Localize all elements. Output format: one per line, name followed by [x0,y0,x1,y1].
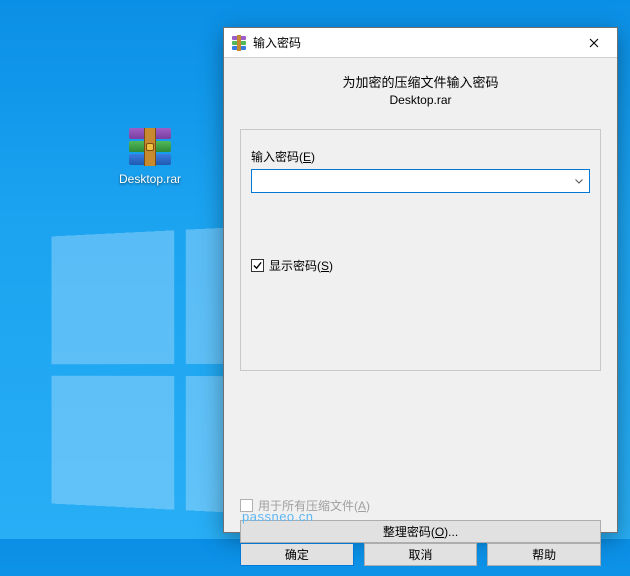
desktop-file-label: Desktop.rar [110,172,190,186]
organize-passwords-button[interactable]: 整理密码(O)... [240,520,601,543]
check-icon [253,261,262,270]
dialog-title: 输入密码 [253,34,301,51]
use-for-all-label: 用于所有压缩文件(A) [258,497,370,514]
password-dialog: 输入密码 为加密的压缩文件输入密码 Desktop.rar 输入密码(E) [223,27,618,533]
password-dropdown-button[interactable] [569,170,589,192]
dialog-body: 为加密的压缩文件输入密码 Desktop.rar 输入密码(E) 显示密码(S) [224,58,617,576]
rar-archive-icon [126,128,174,166]
use-for-all-row: 用于所有压缩文件(A) [240,497,601,514]
ok-button[interactable]: 确定 [240,543,354,566]
show-password-label: 显示密码(S) [269,257,333,274]
desktop-file-icon[interactable]: Desktop.rar [110,128,190,186]
options-group: 用于所有压缩文件(A) 整理密码(O)... [240,433,601,543]
password-group: 输入密码(E) 显示密码(S) [240,129,601,371]
chevron-down-icon [575,179,583,184]
cancel-button[interactable]: 取消 [364,543,478,566]
password-label: 输入密码(E) [251,148,590,165]
dialog-button-row: 确定 取消 帮助 [240,543,601,566]
close-button[interactable] [571,28,617,58]
password-input[interactable] [251,169,590,193]
header-instruction: 为加密的压缩文件输入密码 [240,72,601,91]
close-icon [589,38,599,48]
titlebar: 输入密码 [224,28,617,58]
show-password-row: 显示密码(S) [251,257,590,274]
help-button[interactable]: 帮助 [487,543,601,566]
use-for-all-checkbox [240,499,253,512]
show-password-checkbox[interactable] [251,259,264,272]
winrar-icon [231,35,247,51]
header-filename: Desktop.rar [240,93,601,107]
